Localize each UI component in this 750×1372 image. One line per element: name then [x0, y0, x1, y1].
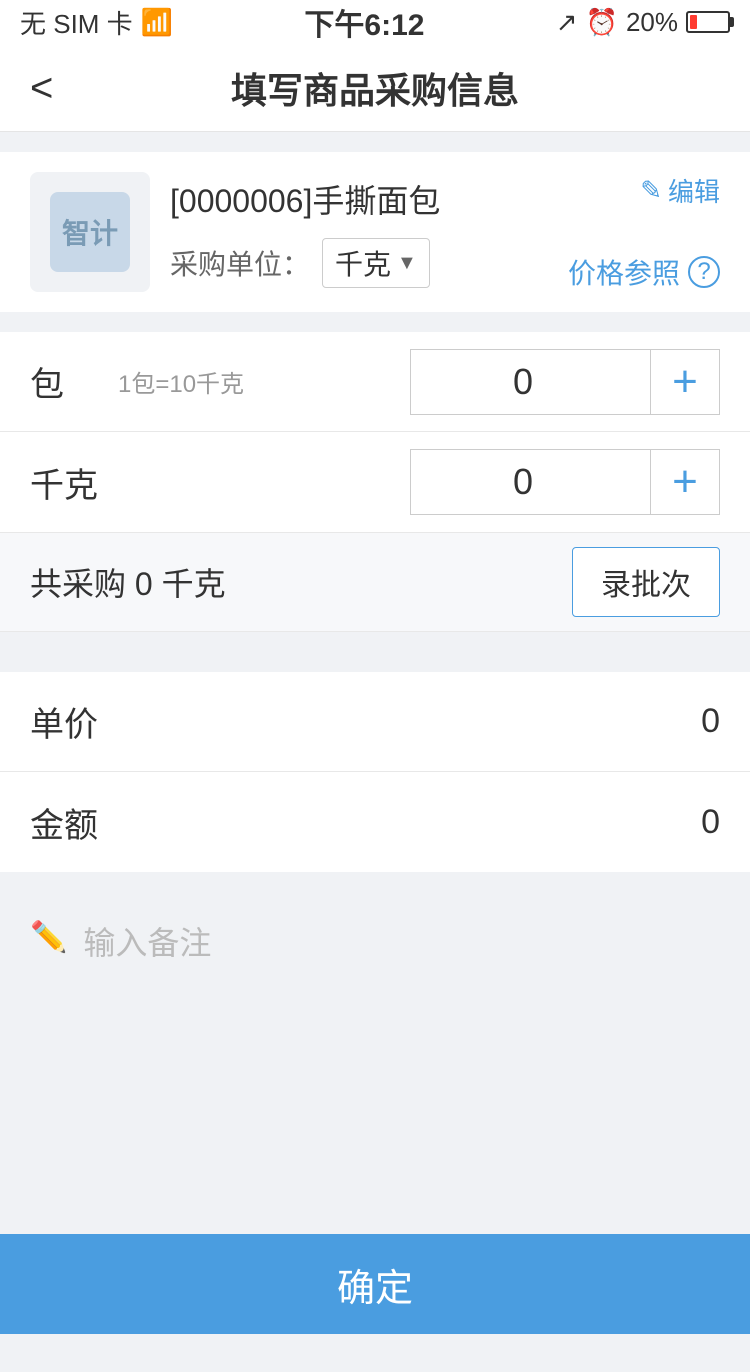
pencil-icon: ✏️	[30, 920, 67, 955]
amount-value: 0	[701, 803, 720, 842]
edit-icon: ✎	[640, 175, 662, 206]
battery-icon	[686, 11, 730, 33]
unit-dropdown[interactable]: 千克 ▼	[322, 238, 430, 288]
status-time: 下午6:12	[304, 0, 424, 44]
kg-input-group: +	[410, 449, 720, 515]
edit-button[interactable]: ✎ 编辑	[640, 172, 720, 209]
kg-input[interactable]	[410, 449, 650, 515]
alarm-icon: ⏰	[586, 7, 618, 38]
price-value: 0	[701, 702, 720, 741]
bao-input[interactable]	[410, 349, 650, 415]
product-logo: 智计	[50, 192, 130, 272]
kg-label: 千克	[30, 458, 110, 507]
status-left: 无 SIM 卡 📶	[20, 4, 173, 41]
page-title: 填写商品采购信息	[231, 62, 519, 114]
bao-sublabel: 1包=10千克	[118, 364, 244, 399]
status-bar: 无 SIM 卡 📶 下午6:12 ↗ ⏰ 20%	[0, 0, 750, 44]
status-right: ↗ ⏰ 20%	[556, 7, 730, 38]
section-divider-2	[0, 632, 750, 652]
product-card: 智计 [0000006]手撕面包 采购单位： 千克 ▼ ✎ 编辑 价格参照 ?	[0, 152, 750, 312]
kg-row: 千克 +	[0, 432, 750, 532]
product-image: 智计	[30, 172, 150, 292]
detail-section: 单价 0 金额 0	[0, 672, 750, 872]
sim-label: 无 SIM 卡	[20, 4, 133, 41]
summary-text: 共采购 0 千克	[30, 559, 226, 605]
summary-section: 共采购 0 千克 录批次	[0, 532, 750, 632]
batch-button[interactable]: 录批次	[572, 547, 720, 617]
unit-label: 采购单位：	[170, 243, 310, 283]
input-section: 包 1包=10千克 + 千克 +	[0, 332, 750, 532]
amount-label: 金额	[30, 798, 98, 847]
wifi-icon: 📶	[141, 7, 173, 38]
remark-section[interactable]: ✏️ 输入备注	[0, 892, 750, 992]
bao-input-group: +	[410, 349, 720, 415]
amount-row: 金额 0	[0, 772, 750, 872]
price-row: 单价 0	[0, 672, 750, 772]
price-ref-label: 价格参照	[568, 252, 680, 292]
bao-row: 包 1包=10千克 +	[0, 332, 750, 432]
price-label: 单价	[30, 697, 98, 746]
battery-pct: 20%	[626, 7, 678, 38]
section-divider-1	[0, 312, 750, 332]
help-icon: ?	[688, 256, 720, 288]
unit-value: 千克	[335, 243, 391, 283]
price-ref-button[interactable]: 价格参照 ?	[568, 252, 720, 292]
chevron-down-icon: ▼	[397, 252, 417, 275]
bao-label: 包	[30, 357, 110, 406]
confirm-button[interactable]: 确定	[0, 1234, 750, 1334]
bao-plus-button[interactable]: +	[650, 349, 720, 415]
edit-label: 编辑	[668, 172, 720, 209]
remark-input[interactable]: 输入备注	[83, 918, 211, 964]
nav-bar: < 填写商品采购信息	[0, 44, 750, 132]
location-icon: ↗	[556, 7, 578, 38]
kg-plus-button[interactable]: +	[650, 449, 720, 515]
product-name: [0000006]手撕面包	[170, 176, 720, 222]
back-button[interactable]: <	[30, 68, 53, 108]
